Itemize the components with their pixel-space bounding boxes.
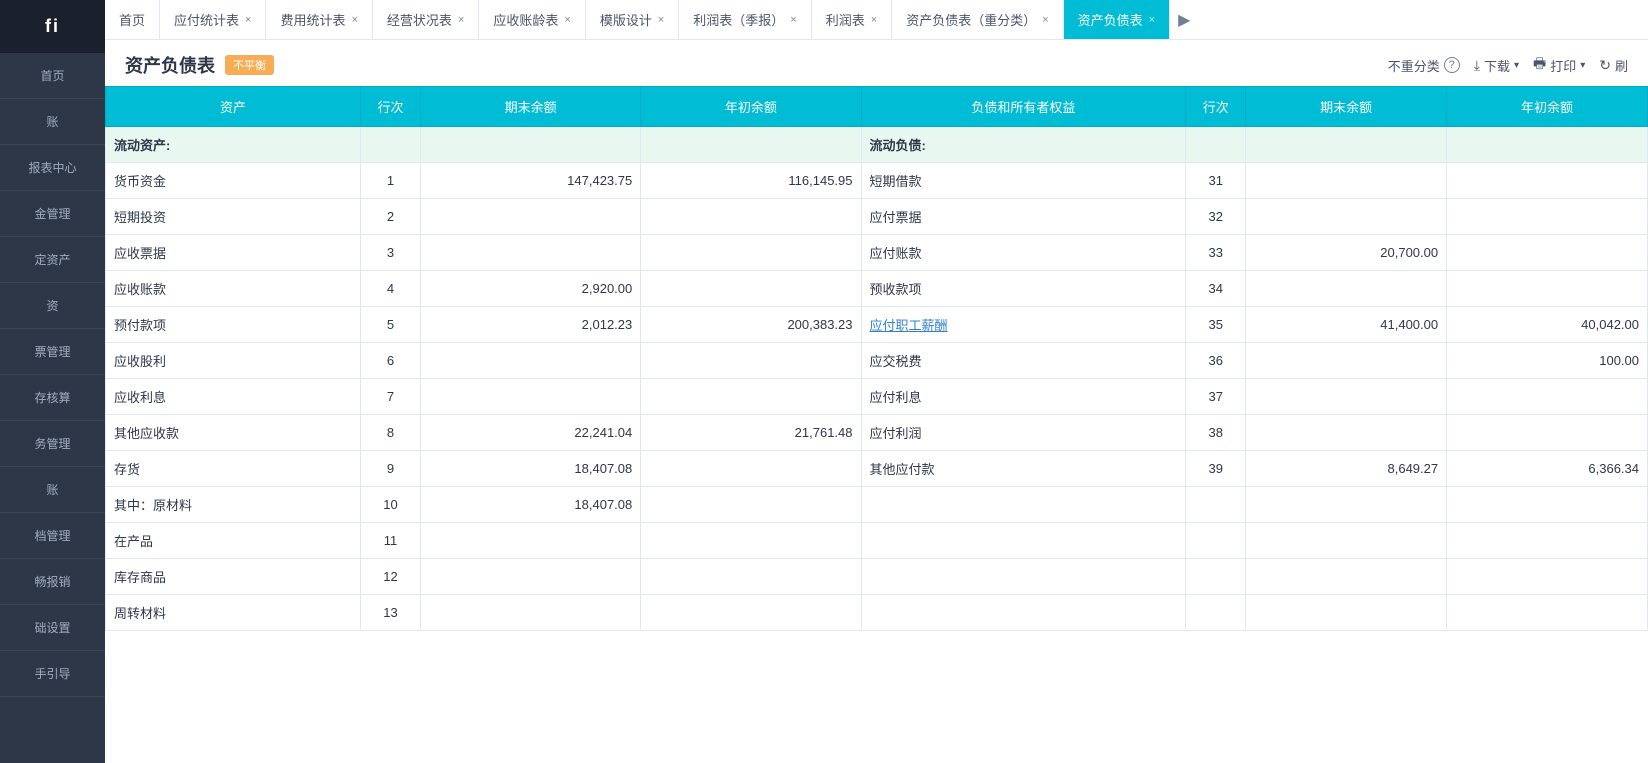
sidebar-item-capital[interactable]: 资 (0, 283, 105, 329)
sidebar-item-ledger[interactable]: 账 (0, 467, 105, 513)
tab-profit[interactable]: 利润表 × (812, 0, 892, 40)
table-row: 在产品 11 (106, 523, 1648, 559)
sidebar-item-expense[interactable]: 畅报销 (0, 559, 105, 605)
tab-close-operation[interactable]: × (458, 14, 464, 26)
sidebar-item-report-center[interactable]: 报表中心 (0, 145, 105, 191)
tab-balance[interactable]: 资产负债表 × (1064, 0, 1170, 40)
col-header-begin-balance-left: 年初余额 (641, 87, 861, 127)
header-actions: 不重分类 ? ⤓ 下载 ▾ 🖶 打印 ▾ ↻ 刷 (1388, 53, 1628, 77)
col-header-row-num-right: 行次 (1186, 87, 1246, 127)
sidebar-item-account[interactable]: 账 (0, 99, 105, 145)
tab-template[interactable]: 模版设计 × (586, 0, 679, 40)
table-row: 应收利息 7 应付利息 37 (106, 379, 1648, 415)
col-header-begin-balance-right: 年初余额 (1447, 87, 1648, 127)
sidebar-item-home[interactable]: 首页 (0, 53, 105, 99)
tab-operation[interactable]: 经营状况表 × (373, 0, 479, 40)
main-content: 首页 应付统计表 × 费用统计表 × 经营状况表 × 应收账龄表 × 模版设计 … (105, 0, 1648, 763)
refresh-icon: ↻ (1599, 57, 1611, 74)
tab-close-profit-quarter[interactable]: × (790, 14, 796, 26)
page-content: 资产负债表 不平衡 不重分类 ? ⤓ 下载 ▾ 🖶 打印 ▾ (105, 40, 1648, 763)
table-row: 预付款项 5 2,012.23 200,383.23 应付职工薪酬 35 41,… (106, 307, 1648, 343)
table-row: 其他应收款 8 22,241.04 21,761.48 应付利润 38 (106, 415, 1648, 451)
tab-close-payable-stat[interactable]: × (245, 14, 251, 26)
sidebar-item-inventory[interactable]: 存核算 (0, 375, 105, 421)
col-header-liability: 负债和所有者权益 (861, 87, 1186, 127)
table-row: 应收账款 4 2,920.00 预收款项 34 (106, 271, 1648, 307)
sidebar-item-archive[interactable]: 档管理 (0, 513, 105, 559)
tab-close-receivable-age[interactable]: × (564, 14, 570, 26)
col-header-end-balance-left: 期末余额 (420, 87, 640, 127)
unbalanced-badge: 不平衡 (225, 55, 274, 75)
table-row: 其中：原材料 10 18,407.08 (106, 487, 1648, 523)
section-current-assets: 流动资产: 流动负债: (106, 127, 1648, 163)
table-row: 应收票据 3 应付账款 33 20,700.00 (106, 235, 1648, 271)
help-icon: ? (1444, 57, 1460, 73)
sidebar-item-settings[interactable]: 础设置 (0, 605, 105, 651)
tab-balance-reclassify[interactable]: 资产负债表（重分类） × (892, 0, 1063, 40)
print-button[interactable]: 🖶 打印 ▾ (1533, 53, 1585, 77)
page-title-area: 资产负债表 不平衡 (125, 52, 274, 78)
table-row: 应收股利 6 应交税费 36 100.00 (106, 343, 1648, 379)
tab-close-template[interactable]: × (658, 14, 664, 26)
table-row: 周转材料 13 (106, 595, 1648, 631)
sidebar: fi 首页 账 报表中心 金管理 定资产 资 票管理 存核算 务管理 账 档管理… (0, 0, 105, 763)
tab-bar: 首页 应付统计表 × 费用统计表 × 经营状况表 × 应收账龄表 × 模版设计 … (105, 0, 1648, 40)
download-chevron-icon: ▾ (1514, 60, 1519, 71)
not-reclassify-option[interactable]: 不重分类 ? (1388, 56, 1460, 75)
page-title: 资产负债表 (125, 52, 215, 78)
download-icon: ⤓ (1474, 57, 1480, 74)
print-chevron-icon: ▾ (1580, 60, 1585, 71)
sidebar-item-ticket[interactable]: 票管理 (0, 329, 105, 375)
sidebar-item-tax[interactable]: 务管理 (0, 421, 105, 467)
table-row: 短期投资 2 应付票据 32 (106, 199, 1648, 235)
section-label-left: 流动资产: (106, 127, 361, 163)
print-icon: 🖶 (1533, 53, 1546, 77)
table-row: 存货 9 18,407.08 其他应付款 39 8,649.27 6,366.3… (106, 451, 1648, 487)
section-label-right: 流动负债: (861, 127, 1186, 163)
tab-close-balance[interactable]: × (1149, 14, 1155, 26)
tab-scroll-right[interactable]: ▶ (1170, 10, 1198, 30)
tab-profit-quarter[interactable]: 利润表（季报） × (679, 0, 811, 40)
col-header-asset: 资产 (106, 87, 361, 127)
table-row: 库存商品 12 (106, 559, 1648, 595)
sidebar-logo: fi (0, 0, 105, 53)
download-button[interactable]: ⤓ 下载 ▾ (1474, 56, 1519, 75)
table-row: 货币资金 1 147,423.75 116,145.95 短期借款 31 (106, 163, 1648, 199)
report-table: 资产 行次 期末余额 年初余额 负债和所有者权益 行次 期末余额 年初余额 流动… (105, 86, 1648, 631)
col-header-end-balance-right: 期末余额 (1246, 87, 1447, 127)
refresh-button[interactable]: ↻ 刷 (1599, 56, 1628, 75)
col-header-row-num-left: 行次 (360, 87, 420, 127)
tab-receivable-age[interactable]: 应收账龄表 × (479, 0, 585, 40)
page-header: 资产负债表 不平衡 不重分类 ? ⤓ 下载 ▾ 🖶 打印 ▾ (105, 40, 1648, 86)
tab-close-balance-reclassify[interactable]: × (1042, 14, 1048, 26)
sidebar-item-fund-management[interactable]: 金管理 (0, 191, 105, 237)
tab-home[interactable]: 首页 (105, 0, 160, 40)
tab-payable-stat[interactable]: 应付统计表 × (160, 0, 266, 40)
tab-expense-stat[interactable]: 费用统计表 × (266, 0, 372, 40)
sidebar-item-guide[interactable]: 手引导 (0, 651, 105, 697)
sidebar-item-fixed-assets[interactable]: 定资产 (0, 237, 105, 283)
tab-close-expense-stat[interactable]: × (351, 14, 357, 26)
tab-close-profit[interactable]: × (871, 14, 877, 26)
